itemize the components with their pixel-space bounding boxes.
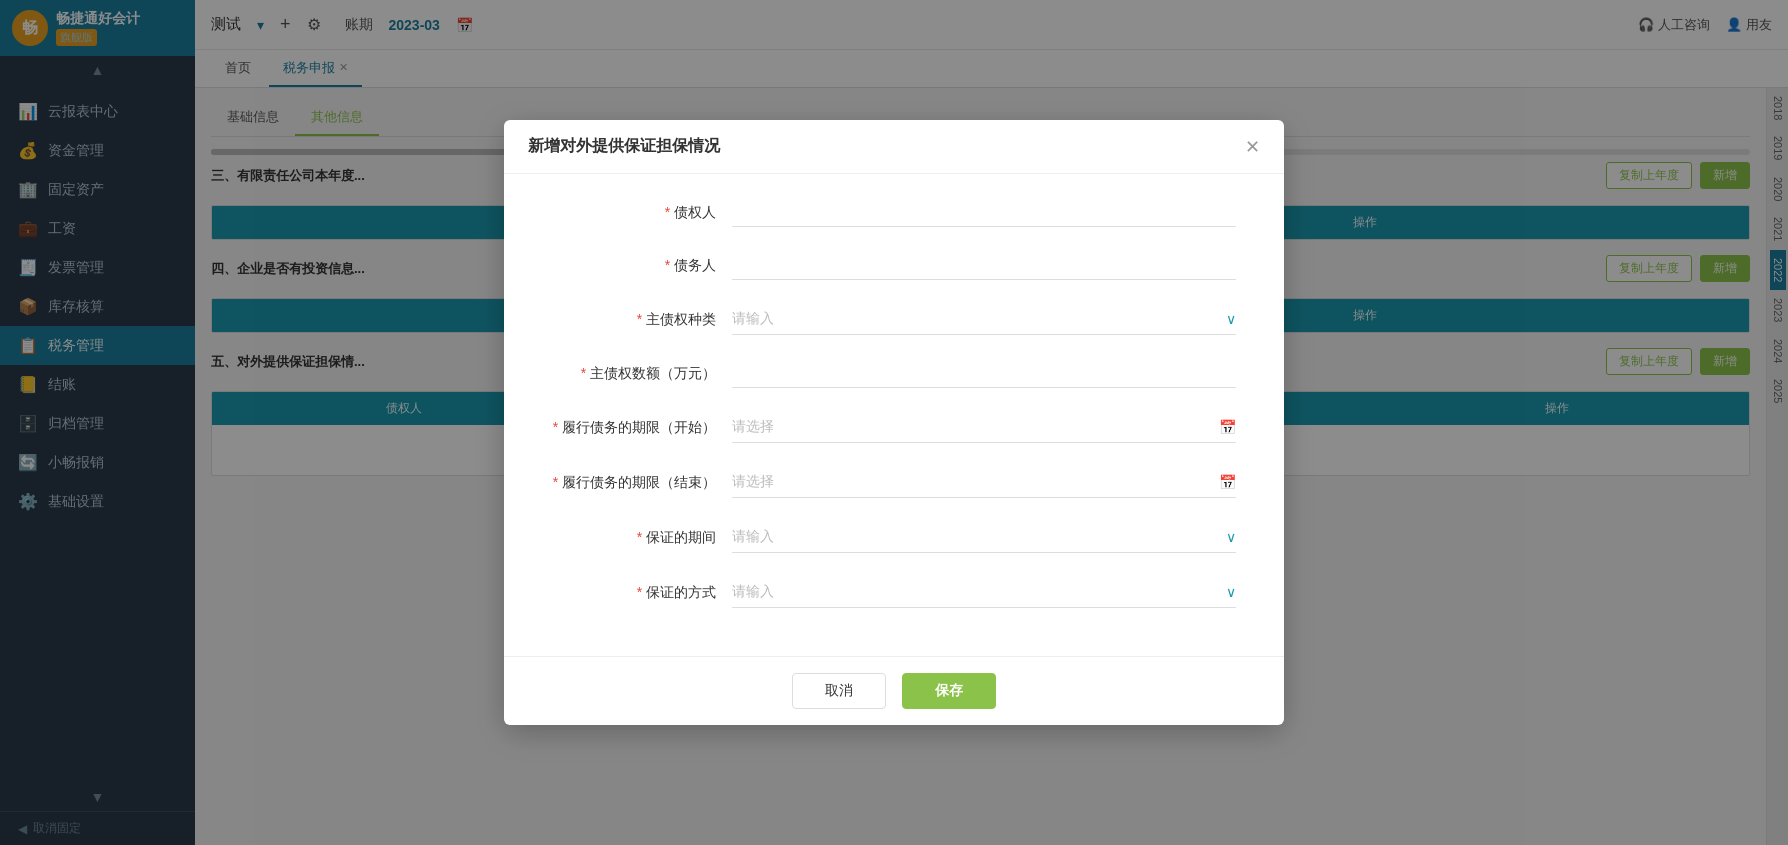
form-label-period-start: * 履行债务的期限（开始）: [552, 419, 732, 437]
guarantee-period-arrow-icon: ∨: [1226, 529, 1236, 545]
form-row-guarantee-period: * 保证的期间 请输入 ∨: [552, 522, 1236, 553]
form-row-period-start: * 履行债务的期限（开始） 请选择 📅: [552, 412, 1236, 443]
guarantee-method-placeholder: 请输入: [732, 583, 774, 601]
form-row-creditor: * 债权人: [552, 198, 1236, 227]
form-row-debt-type: * 主债权种类 请输入 ∨: [552, 304, 1236, 335]
debt-type-placeholder: 请输入: [732, 310, 774, 328]
period-end-picker[interactable]: 请选择 📅: [732, 467, 1236, 498]
form-label-debt-type: * 主债权种类: [552, 311, 732, 329]
modal-header: 新增对外提供保证担保情况 ✕: [504, 120, 1284, 174]
form-row-debtor: * 债务人: [552, 251, 1236, 280]
debtor-input[interactable]: [732, 251, 1236, 280]
form-label-debt-amount: * 主债权数额（万元）: [552, 365, 732, 383]
form-field-debtor: [732, 251, 1236, 280]
guarantee-method-select[interactable]: 请输入 ∨: [732, 577, 1236, 608]
form-field-period-end: 请选择 📅: [732, 467, 1236, 498]
form-row-guarantee-method: * 保证的方式 请输入 ∨: [552, 577, 1236, 608]
form-field-creditor: [732, 198, 1236, 227]
period-start-placeholder: 请选择: [732, 418, 774, 436]
save-button[interactable]: 保存: [902, 673, 996, 709]
form-label-creditor: * 债权人: [552, 204, 732, 222]
form-row-period-end: * 履行债务的期限（结束） 请选择 📅: [552, 467, 1236, 498]
form-label-period-end: * 履行债务的期限（结束）: [552, 474, 732, 492]
form-label-debtor: * 债务人: [552, 257, 732, 275]
modal-guarantee: 新增对外提供保证担保情况 ✕ * 债权人 * 债务人: [504, 120, 1284, 725]
modal-footer: 取消 保存: [504, 656, 1284, 725]
modal-body: * 债权人 * 债务人 *: [504, 174, 1284, 656]
debt-type-select[interactable]: 请输入 ∨: [732, 304, 1236, 335]
form-field-debt-amount: [732, 359, 1236, 388]
period-end-placeholder: 请选择: [732, 473, 774, 491]
guarantee-method-arrow-icon: ∨: [1226, 584, 1236, 600]
form-field-guarantee-period: 请输入 ∨: [732, 522, 1236, 553]
period-start-picker[interactable]: 请选择 📅: [732, 412, 1236, 443]
guarantee-period-placeholder: 请输入: [732, 528, 774, 546]
modal-close-button[interactable]: ✕: [1245, 138, 1260, 156]
form-field-debt-type: 请输入 ∨: [732, 304, 1236, 335]
form-label-guarantee-period: * 保证的期间: [552, 529, 732, 547]
modal-overlay: 新增对外提供保证担保情况 ✕ * 债权人 * 债务人: [0, 0, 1788, 845]
form-row-debt-amount: * 主债权数额（万元）: [552, 359, 1236, 388]
form-field-guarantee-method: 请输入 ∨: [732, 577, 1236, 608]
form-field-period-start: 请选择 📅: [732, 412, 1236, 443]
modal-title: 新增对外提供保证担保情况: [528, 136, 720, 157]
creditor-input[interactable]: [732, 198, 1236, 227]
debt-type-arrow-icon: ∨: [1226, 311, 1236, 327]
debt-amount-input[interactable]: [732, 359, 1236, 388]
period-end-calendar-icon: 📅: [1219, 474, 1236, 490]
form-label-guarantee-method: * 保证的方式: [552, 584, 732, 602]
guarantee-period-select[interactable]: 请输入 ∨: [732, 522, 1236, 553]
cancel-button[interactable]: 取消: [792, 673, 886, 709]
period-start-calendar-icon: 📅: [1219, 419, 1236, 435]
